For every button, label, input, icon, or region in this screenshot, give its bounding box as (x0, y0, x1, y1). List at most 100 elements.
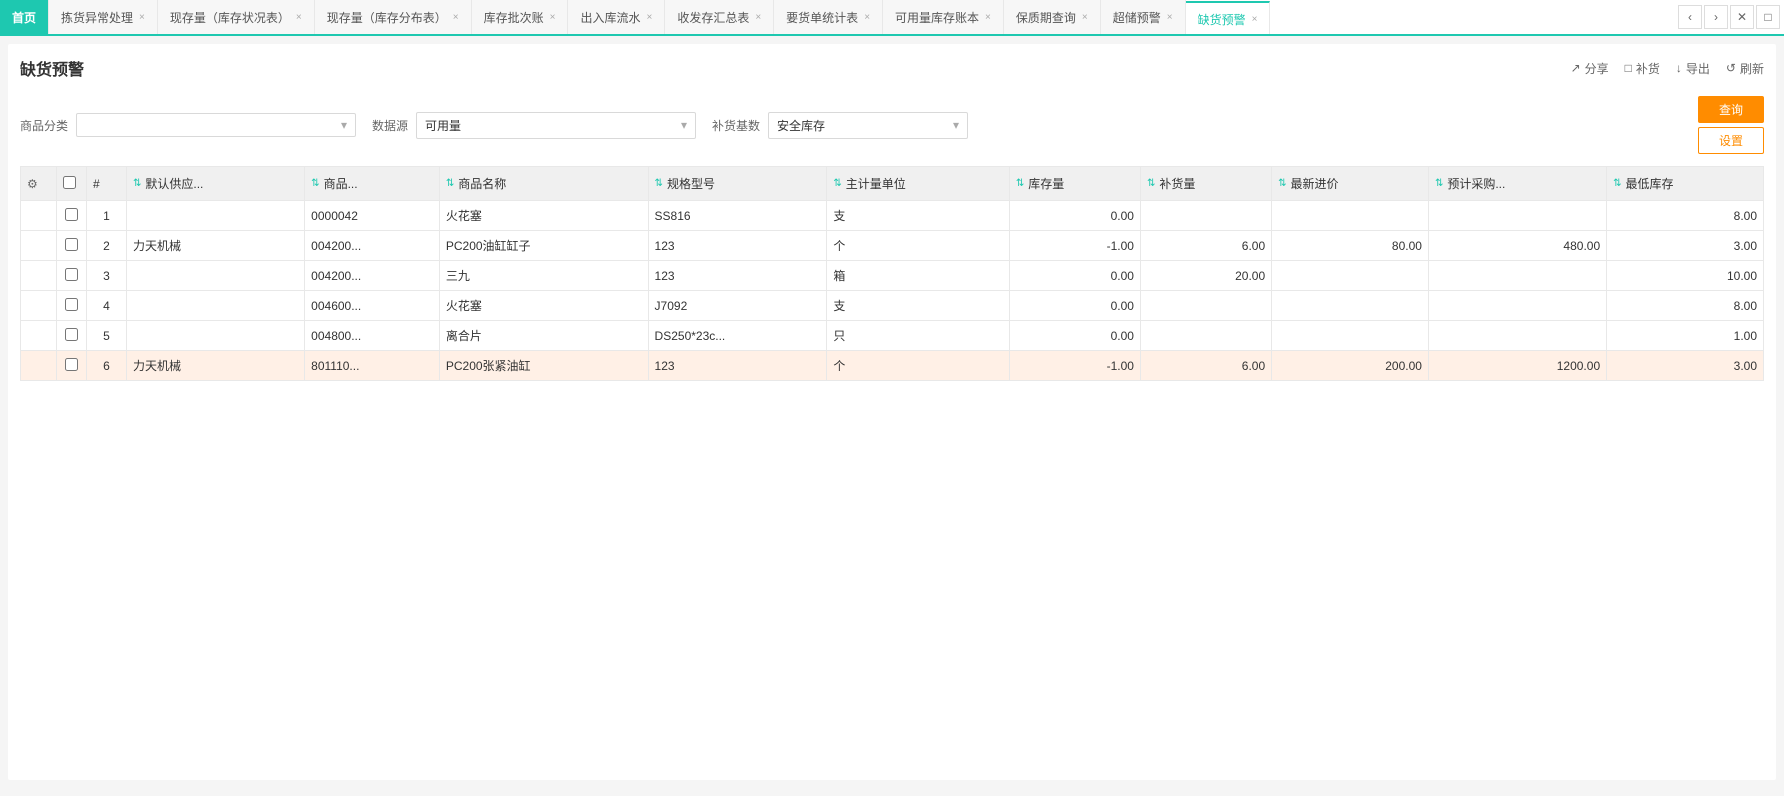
th-default-supplier-sort-icon[interactable]: ⇅ (133, 178, 141, 189)
row-num: 2 (87, 231, 127, 261)
row-replenish-qty: 6.00 (1140, 231, 1271, 261)
tab-inventory-dist[interactable]: 现存量（库存分布表） × (315, 0, 472, 34)
row-inventory: 0.00 (1009, 291, 1140, 321)
tab-expiry-query[interactable]: 保质期查询 × (1004, 0, 1101, 34)
th-latest-price-sort-icon[interactable]: ⇅ (1278, 178, 1286, 189)
category-label: 商品分类 (20, 117, 68, 134)
th-spec-sort-icon[interactable]: ⇅ (655, 178, 663, 189)
th-product-name-sort-icon[interactable]: ⇅ (446, 178, 454, 189)
table-row: 4 004600... 火花塞 J7092 支 0.00 8.00 (21, 291, 1764, 321)
filter-actions: 查询 设置 (1698, 96, 1764, 154)
row-checkbox[interactable] (65, 358, 78, 371)
row-check-cell (57, 351, 87, 381)
row-checkbox[interactable] (65, 298, 78, 311)
replenish-action[interactable]: □ 补货 (1625, 60, 1660, 77)
tab-batch-account-close[interactable]: × (550, 12, 556, 23)
row-checkbox[interactable] (65, 328, 78, 341)
row-est-purchase (1428, 261, 1606, 291)
row-product-name: 火花塞 (439, 201, 648, 231)
th-num: # (87, 167, 127, 201)
tab-maximize-button[interactable]: □ (1756, 5, 1780, 29)
tab-window-restore-button[interactable]: ✕ (1730, 5, 1754, 29)
replenish-basis-filter-group: 补货基数 安全库存 ▾ (712, 112, 968, 139)
row-settings-cell (21, 291, 57, 321)
category-select-arrow-icon: ▾ (341, 118, 347, 132)
row-min-inventory: 3.00 (1607, 231, 1764, 261)
row-settings-cell (21, 261, 57, 291)
share-icon: ↗ (1571, 61, 1581, 75)
replenish-basis-select[interactable]: 安全库存 ▾ (768, 112, 968, 139)
table-row: 5 004800... 离合片 DS250*23c... 只 0.00 1.00 (21, 321, 1764, 351)
export-action[interactable]: ↓ 导出 (1676, 60, 1710, 77)
tab-inout-flow-close[interactable]: × (646, 12, 652, 23)
th-est-purchase-sort-icon[interactable]: ⇅ (1435, 178, 1443, 189)
tab-inventory-dist-close[interactable]: × (453, 12, 459, 23)
tab-home[interactable]: 首页 (0, 0, 49, 34)
row-est-purchase: 1200.00 (1428, 351, 1606, 381)
tab-batch-account[interactable]: 库存批次账 × (472, 0, 569, 34)
tab-order-stat-close[interactable]: × (864, 12, 870, 23)
table-row: 3 004200... 三九 123 箱 0.00 20.00 10.00 (21, 261, 1764, 291)
datasource-label: 数据源 (372, 117, 408, 134)
row-num: 4 (87, 291, 127, 321)
tab-inout-flow[interactable]: 出入库流水 × (568, 0, 665, 34)
gear-icon[interactable]: ⚙ (27, 177, 38, 191)
tab-prev-button[interactable]: ‹ (1678, 5, 1702, 29)
row-check-cell (57, 321, 87, 351)
th-min-inventory-sort-icon[interactable]: ⇅ (1613, 178, 1621, 189)
row-spec: DS250*23c... (648, 321, 827, 351)
th-inventory: ⇅ 库存量 (1009, 167, 1140, 201)
tab-inventory-status[interactable]: 现存量（库存状况表） × (158, 0, 315, 34)
th-unit-label: 主计量单位 (846, 175, 906, 192)
tab-next-button[interactable]: › (1704, 5, 1728, 29)
tab-available-ledger-close[interactable]: × (985, 12, 991, 23)
th-unit-sort-icon[interactable]: ⇅ (833, 178, 841, 189)
th-spec-label: 规格型号 (667, 175, 715, 192)
row-latest-price: 80.00 (1272, 231, 1429, 261)
row-settings-cell (21, 351, 57, 381)
th-replenish-qty-sort-icon[interactable]: ⇅ (1147, 178, 1155, 189)
row-default-supplier (127, 201, 305, 231)
row-unit: 只 (827, 321, 1009, 351)
tab-collect-summary[interactable]: 收发存汇总表 × (665, 0, 774, 34)
th-inventory-sort-icon[interactable]: ⇅ (1016, 178, 1024, 189)
row-checkbox[interactable] (65, 208, 78, 221)
tab-shortage[interactable]: 缺货预警 × (1186, 1, 1271, 35)
category-select[interactable]: ▾ (76, 113, 356, 137)
row-checkbox[interactable] (65, 238, 78, 251)
row-checkbox[interactable] (65, 268, 78, 281)
tab-overstock[interactable]: 超储预警 × (1101, 0, 1186, 34)
share-action[interactable]: ↗ 分享 (1571, 60, 1609, 77)
row-est-purchase (1428, 291, 1606, 321)
row-replenish-qty: 20.00 (1140, 261, 1271, 291)
tab-abnormal-close[interactable]: × (139, 12, 145, 23)
row-unit: 个 (827, 231, 1009, 261)
refresh-action[interactable]: ↺ 刷新 (1726, 60, 1764, 77)
row-inventory: 0.00 (1009, 261, 1140, 291)
refresh-icon: ↺ (1726, 61, 1736, 75)
settings-button[interactable]: 设置 (1698, 127, 1764, 154)
tab-expiry-query-close[interactable]: × (1082, 12, 1088, 23)
tab-available-ledger[interactable]: 可用量库存账本 × (883, 0, 1004, 34)
row-num: 3 (87, 261, 127, 291)
row-min-inventory: 10.00 (1607, 261, 1764, 291)
row-spec: 123 (648, 351, 827, 381)
th-product-code-label: 商品... (324, 175, 358, 192)
tab-collect-summary-close[interactable]: × (755, 12, 761, 23)
row-settings-cell (21, 231, 57, 261)
row-num: 1 (87, 201, 127, 231)
row-product-code: 0000042 (305, 201, 440, 231)
th-product-code-sort-icon[interactable]: ⇅ (311, 178, 319, 189)
tab-abnormal[interactable]: 拣货异常处理 × (49, 0, 158, 34)
row-product-code: 801110... (305, 351, 440, 381)
datasource-select[interactable]: 可用量 ▾ (416, 112, 696, 139)
select-all-checkbox[interactable] (63, 176, 76, 189)
tab-overstock-close[interactable]: × (1167, 12, 1173, 23)
tab-inventory-status-close[interactable]: × (296, 12, 302, 23)
tab-order-stat[interactable]: 要货单统计表 × (774, 0, 883, 34)
query-button[interactable]: 查询 (1698, 96, 1764, 123)
row-spec: J7092 (648, 291, 827, 321)
row-unit: 箱 (827, 261, 1009, 291)
row-latest-price (1272, 321, 1429, 351)
tab-shortage-close[interactable]: × (1252, 14, 1258, 25)
